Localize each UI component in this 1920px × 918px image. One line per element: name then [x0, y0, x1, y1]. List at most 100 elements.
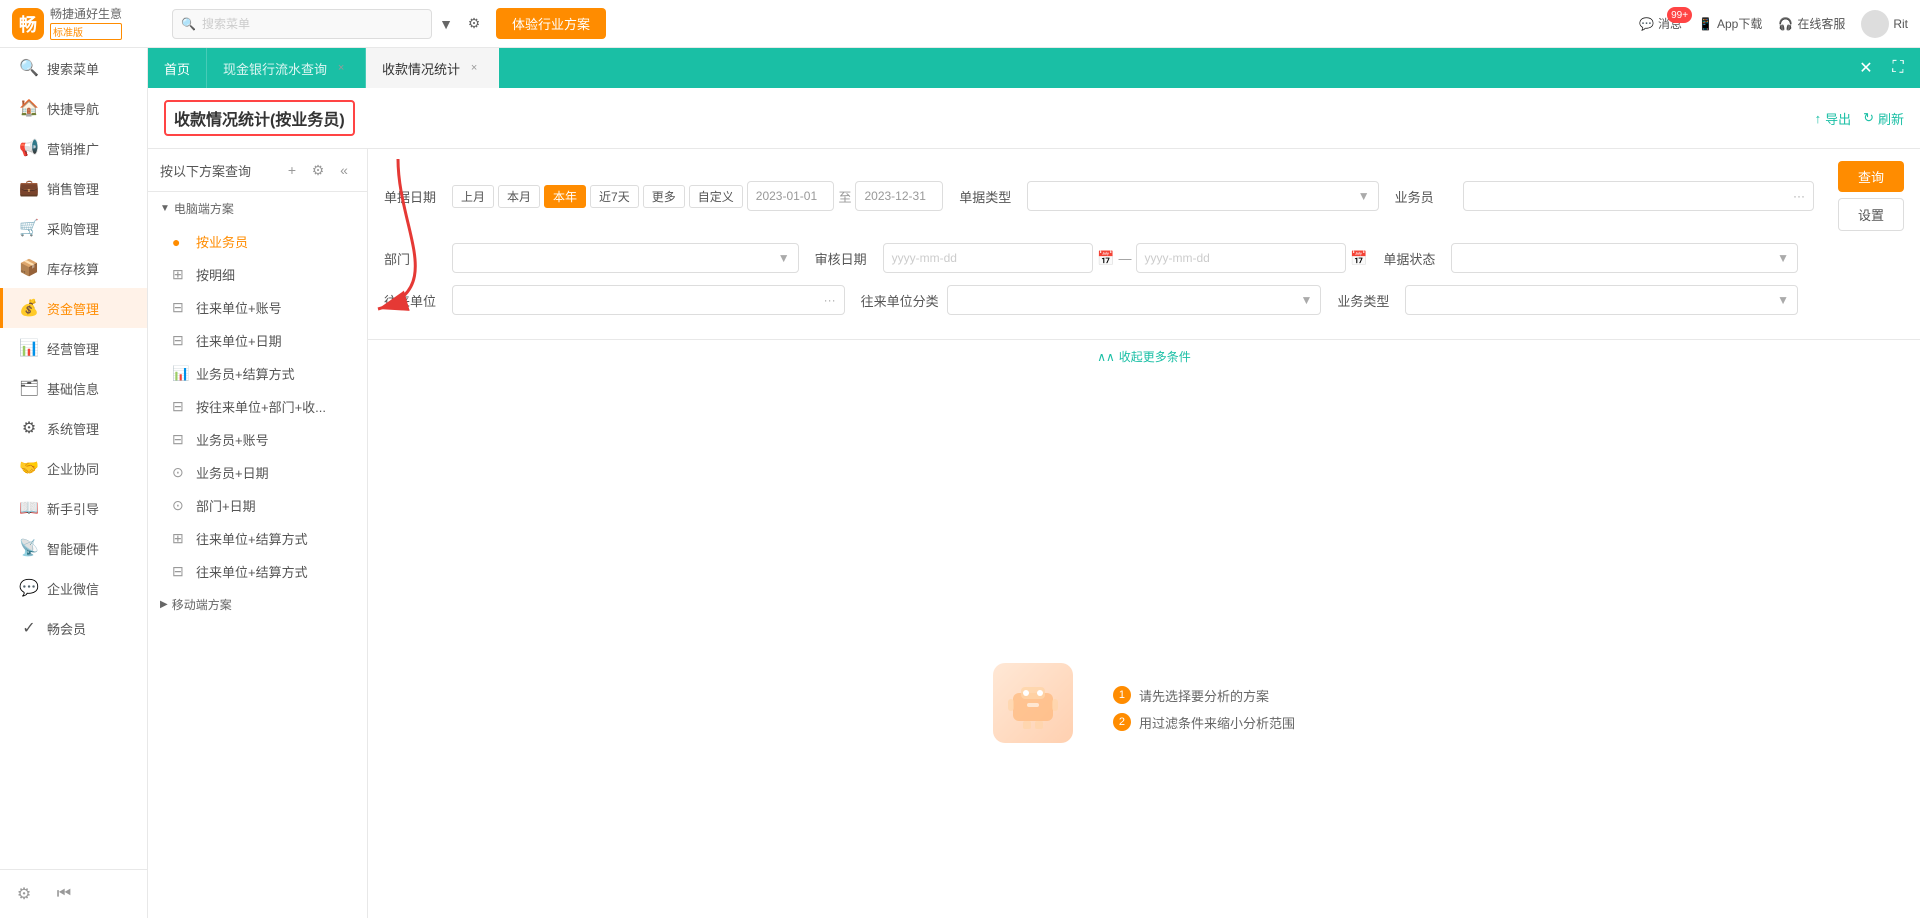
scheme-item-icon-2: ⊟ [172, 299, 190, 316]
dept-select[interactable]: ▼ [452, 243, 799, 273]
tab-receipt-stats[interactable]: 收款情况统计 × [366, 48, 499, 88]
messages-item[interactable]: 💬 消息 99+ [1639, 15, 1682, 32]
sidebar-collapse-btn[interactable]: ⏮ [48, 878, 80, 910]
salesman-label: 业务员 [1395, 187, 1455, 206]
collapse-more-btn[interactable]: ∧∧ 收起更多条件 [368, 339, 1920, 373]
scheme-item-7[interactable]: ⊙ 业务员+日期 [148, 456, 367, 489]
empty-steps: 1 请先选择要分析的方案 2 用过滤条件来缩小分析范围 [1113, 686, 1295, 740]
calendar-icon-end[interactable]: 📅 [1350, 250, 1367, 267]
date-btn-custom[interactable]: 自定义 [689, 185, 743, 208]
nav-dropdown-btn[interactable]: ▼ [432, 10, 460, 38]
filter-field-audit-date: 审核日期 yyyy-mm-dd 📅 — yyyy-mm-dd � [815, 243, 1368, 273]
tab-receipt-stats-close[interactable]: × [466, 60, 482, 76]
date-start-input[interactable]: 2023-01-01 [747, 181, 835, 211]
scheme-item-1[interactable]: ⊞ 按明细 [148, 258, 367, 291]
tab-close-all-btn[interactable]: ✕ [1852, 54, 1880, 82]
sidebar-item-operations[interactable]: 📊 经营管理 [0, 328, 147, 368]
trial-btn[interactable]: 体验行业方案 [496, 8, 606, 39]
sidebar-item-enterprise[interactable]: 🤝 企业协同 [0, 448, 147, 488]
quicknav-icon: 🏠 [19, 98, 39, 118]
user-profile[interactable]: Rit [1861, 10, 1908, 38]
sidebar-item-label: 销售管理 [47, 179, 99, 198]
scheme-item-3[interactable]: ⊟ 往来单位+日期 [148, 324, 367, 357]
sidebar-item-label: 企业协同 [47, 459, 99, 478]
scheme-item-8[interactable]: ⊙ 部门+日期 [148, 489, 367, 522]
audit-date-end-input[interactable]: yyyy-mm-dd [1136, 243, 1346, 273]
message-icon: 💬 [1639, 17, 1654, 31]
sidebar-item-search[interactable]: 🔍 搜索菜单 [0, 48, 147, 88]
sales-icon: 💼 [19, 178, 39, 198]
scheme-item-0[interactable]: ● 按业务员 [148, 225, 367, 258]
tab-home-label: 首页 [164, 59, 190, 78]
sidebar: 🔍 搜索菜单 🏠 快捷导航 📢 营销推广 💼 销售管理 🛒 采购管理 📦 库存核… [0, 48, 148, 918]
date-end-input[interactable]: 2023-12-31 [855, 181, 943, 211]
tab-bank-flow-close[interactable]: × [333, 60, 349, 76]
sidebar-item-vip[interactable]: ✓ 畅会员 [0, 608, 147, 648]
scheme-item-10[interactable]: ⊟ 往来单位+结算方式 [148, 555, 367, 588]
scheme-group-pc[interactable]: ▼ 电脑端方案 [148, 192, 367, 225]
date-btn-last-month[interactable]: 上月 [452, 185, 494, 208]
sidebar-item-label: 采购管理 [47, 219, 99, 238]
date-btn-this-month[interactable]: 本月 [498, 185, 540, 208]
page-header: 收款情况统计(按业务员) ↑ 导出 ↻ 刷新 [148, 88, 1920, 149]
sidebar-item-inventory[interactable]: 📦 库存核算 [0, 248, 147, 288]
date-btn-this-year[interactable]: 本年 [544, 185, 586, 208]
sidebar-item-label: 库存核算 [47, 259, 99, 278]
partner-cat-select[interactable]: ▼ [947, 285, 1322, 315]
scheme-add-btn[interactable]: + [281, 159, 303, 181]
sidebar-item-sales[interactable]: 💼 销售管理 [0, 168, 147, 208]
docstatus-select[interactable]: ▼ [1451, 243, 1798, 273]
salesman-select[interactable]: ··· [1463, 181, 1814, 211]
group-arrow-mobile: ▶ [160, 599, 168, 610]
tab-bank-flow[interactable]: 现金银行流水查询 × [207, 48, 366, 88]
scheme-collapse-btn[interactable]: « [333, 159, 355, 181]
biztype-select[interactable]: ▼ [1405, 285, 1798, 315]
scheme-item-5[interactable]: ⊟ 按往来单位+部门+收... [148, 390, 367, 423]
export-btn[interactable]: ↑ 导出 [1815, 109, 1852, 128]
refresh-btn[interactable]: ↻ 刷新 [1863, 109, 1904, 128]
scheme-header: 按以下方案查询 + ⚙ « [148, 149, 367, 192]
filter-field-date: 单据日期 上月 本月 本年 近7天 更多 自定义 [384, 181, 943, 211]
scheme-item-9[interactable]: ⊞ 往来单位+结算方式 [148, 522, 367, 555]
scheme-item-2[interactable]: ⊟ 往来单位+账号 [148, 291, 367, 324]
scheme-setting-btn[interactable]: ⚙ [307, 159, 329, 181]
collapse-up-icon: ∧∧ [1097, 350, 1115, 364]
sidebar-item-newguide[interactable]: 📖 新手引导 [0, 488, 147, 528]
scheme-item-label-1: 按明细 [196, 265, 235, 284]
sidebar-item-label: 系统管理 [47, 419, 99, 438]
query-btn[interactable]: 查询 [1838, 161, 1904, 192]
filter-row-3: 往来单位 ··· 往来单位分类 ▼ [384, 285, 1904, 315]
partner-cat-label: 往来单位分类 [861, 291, 939, 310]
sidebar-item-marketing[interactable]: 📢 营销推广 [0, 128, 147, 168]
biztype-chevron-icon: ▼ [1777, 293, 1789, 307]
scheme-item-4[interactable]: 📊 业务员+结算方式 [148, 357, 367, 390]
sidebar-settings-btn[interactable]: ⚙ [8, 878, 40, 910]
tab-maximize-btn[interactable]: ⛶ [1884, 54, 1912, 82]
setting-btn[interactable]: 设置 [1838, 198, 1904, 231]
tab-home[interactable]: 首页 [148, 48, 207, 88]
sidebar-item-quicknav[interactable]: 🏠 快捷导航 [0, 88, 147, 128]
sidebar-item-wechat[interactable]: 💬 企业微信 [0, 568, 147, 608]
sidebar-item-purchase[interactable]: 🛒 采购管理 [0, 208, 147, 248]
settings-btn[interactable]: ⚙ [460, 10, 488, 38]
sidebar-item-label: 基础信息 [47, 379, 99, 398]
scheme-item-6[interactable]: ⊟ 业务员+账号 [148, 423, 367, 456]
date-btn-7days[interactable]: 近7天 [590, 185, 639, 208]
app-download-item[interactable]: 📱 App下载 [1698, 15, 1762, 32]
sidebar-item-system[interactable]: ⚙ 系统管理 [0, 408, 147, 448]
date-btn-more[interactable]: 更多 [643, 185, 685, 208]
doctype-select[interactable]: ▼ [1027, 181, 1378, 211]
partner-select[interactable]: ··· [452, 285, 845, 315]
scheme-group-mobile[interactable]: ▶ 移动端方案 [148, 588, 367, 621]
calendar-icon-start[interactable]: 📅 [1097, 250, 1114, 267]
sidebar-item-finance[interactable]: 💰 资金管理 [0, 288, 147, 328]
sidebar-item-basic[interactable]: 🗂 基础信息 [0, 368, 147, 408]
scheme-item-label-2: 往来单位+账号 [196, 298, 282, 317]
empty-step-1: 1 请先选择要分析的方案 [1113, 686, 1295, 705]
online-service-item[interactable]: 🎧 在线客服 [1778, 15, 1845, 32]
audit-date-start-input[interactable]: yyyy-mm-dd [883, 243, 1093, 273]
biztype-label: 业务类型 [1337, 291, 1397, 310]
filter-field-docstatus: 单据状态 ▼ [1383, 243, 1798, 273]
content-body: 按以下方案查询 + ⚙ « ▼ 电脑端方案 ● 按业务员 ⊞ 按明细 [148, 149, 1920, 918]
sidebar-item-smarthw[interactable]: 📡 智能硬件 [0, 528, 147, 568]
